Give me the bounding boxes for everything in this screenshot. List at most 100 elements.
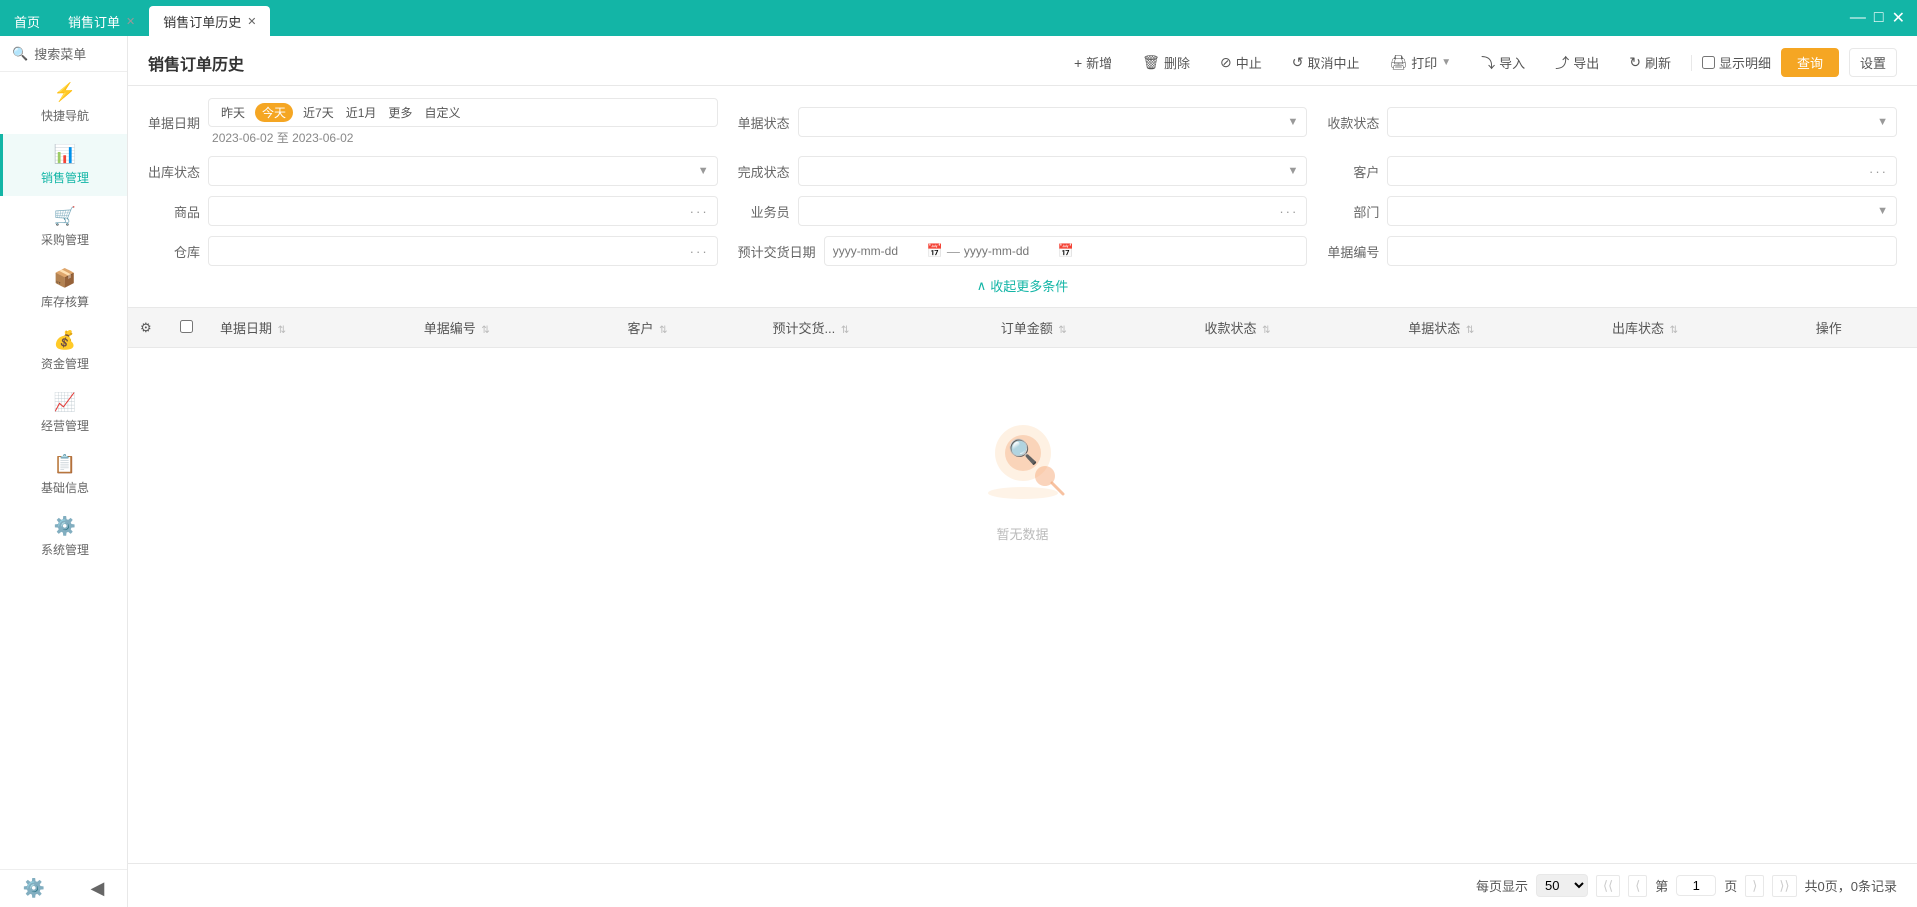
- print-button[interactable]: 🖨 打印 ▼: [1379, 49, 1461, 76]
- filter-warehouse: 仓库 ···: [148, 236, 718, 266]
- sidebar-item-sys-mgmt[interactable]: ⚙️ 系统管理: [0, 506, 127, 568]
- table-settings-icon[interactable]: ⚙: [140, 320, 152, 335]
- filter-doc-number-control[interactable]: [1387, 236, 1897, 266]
- filter-date-label: 单据日期: [148, 113, 208, 132]
- filter-salesperson-control[interactable]: ···: [798, 196, 1308, 226]
- minimize-button[interactable]: —: [1850, 9, 1866, 27]
- th-payment-status[interactable]: 收款状态 ⇅: [1192, 308, 1396, 348]
- customer-dots-icon: ···: [1869, 164, 1888, 179]
- sidebar-item-inventory[interactable]: 📦 库存核算: [0, 258, 127, 320]
- th-date[interactable]: 单据日期 ⇅: [208, 308, 412, 348]
- th-doc-status[interactable]: 单据状态 ⇅: [1396, 308, 1600, 348]
- last-page-button[interactable]: ⟩⟩: [1772, 875, 1796, 897]
- cancel-stop-button[interactable]: ↺ 取消中止: [1282, 49, 1370, 76]
- th-amount[interactable]: 订单金额 ⇅: [989, 308, 1193, 348]
- query-button[interactable]: 查询: [1781, 48, 1839, 77]
- date-yesterday-btn[interactable]: 昨天: [221, 104, 245, 121]
- date-custom-btn[interactable]: 自定义: [424, 104, 460, 121]
- delete-label: 删除: [1164, 53, 1190, 72]
- sidebar-search[interactable]: 🔍 搜索菜单: [0, 36, 127, 72]
- ops-mgmt-icon: 📈: [54, 392, 76, 413]
- filter-department-control[interactable]: ▼: [1387, 196, 1897, 226]
- filter-date-range: 2023-06-02 至 2023-06-02: [208, 129, 718, 146]
- import-button[interactable]: ⤵ 导入: [1471, 49, 1535, 77]
- tab-sales-order-history-close[interactable]: ✕: [247, 15, 256, 28]
- tab-sales-order-close[interactable]: ✕: [126, 15, 135, 28]
- date-7days-btn[interactable]: 近7天: [303, 104, 334, 121]
- sidebar-settings-button[interactable]: ⚙️: [23, 878, 45, 899]
- delivery-date-start-input[interactable]: [833, 244, 923, 258]
- top-tabs: 首页 销售订单 ✕ 销售订单历史 ✕: [0, 0, 270, 36]
- date-1month-btn[interactable]: 近1月: [346, 104, 377, 121]
- new-button[interactable]: + 新增: [1064, 49, 1122, 76]
- prev-page-button[interactable]: ⟨: [1628, 875, 1647, 897]
- refresh-icon: ↻: [1629, 54, 1641, 71]
- first-page-button[interactable]: ⟨⟨: [1596, 875, 1620, 897]
- th-amount-sort-icon: ⇅: [1058, 325, 1066, 336]
- refresh-button[interactable]: ↻ 刷新: [1619, 49, 1681, 76]
- sidebar-item-sales-mgmt[interactable]: 📊 销售管理: [0, 134, 127, 196]
- doc-status-arrow-icon: ▼: [1287, 116, 1298, 128]
- sidebar-collapse-button[interactable]: ◀: [90, 878, 104, 899]
- sidebar-item-ops-mgmt[interactable]: 📈 经营管理: [0, 382, 127, 444]
- th-settings[interactable]: ⚙: [128, 308, 168, 348]
- total-records-text: 共0页，0条记录: [1805, 876, 1897, 895]
- filter-delivery-date: 预计交货日期 📅 — 📅: [738, 236, 1308, 266]
- select-all-checkbox[interactable]: [180, 320, 193, 333]
- collapse-label: 收起更多条件: [990, 276, 1068, 295]
- import-icon: ⤵: [1481, 53, 1495, 73]
- tab-home[interactable]: 首页: [0, 6, 54, 36]
- th-payment-status-sort-icon: ⇅: [1262, 325, 1270, 336]
- filter-payment-status: 收款状态 ▼: [1327, 107, 1897, 137]
- refresh-label: 刷新: [1645, 53, 1671, 72]
- delete-icon: 🗑: [1142, 54, 1160, 71]
- collapse-btn[interactable]: ∧ 收起更多条件: [148, 276, 1897, 295]
- display-cols-checkbox[interactable]: [1702, 56, 1715, 69]
- filter-date: 单据日期 昨天 今天 近7天 近1月 更多 自定义 2023-06-02 至 2…: [148, 98, 718, 146]
- th-number[interactable]: 单据编号 ⇅: [412, 308, 616, 348]
- date-today-badge[interactable]: 今天: [255, 103, 293, 122]
- sidebar: 🔍 搜索菜单 ⚡ 快捷导航 📊 销售管理 🛒 采购管理 📦 库存核算 💰 资金管…: [0, 36, 128, 907]
- tab-sales-order-history[interactable]: 销售订单历史 ✕: [149, 6, 270, 36]
- tab-sales-order-label: 销售订单: [68, 12, 120, 31]
- filter-out-status-control[interactable]: ▼: [208, 156, 718, 186]
- filter-payment-status-control[interactable]: ▼: [1387, 107, 1897, 137]
- th-customer[interactable]: 客户 ⇅: [616, 308, 761, 348]
- calendar-end-icon[interactable]: 📅: [1058, 243, 1074, 259]
- date-more-btn[interactable]: 更多: [388, 104, 412, 121]
- export-button[interactable]: ⤴ 导出: [1545, 49, 1609, 77]
- delete-button[interactable]: 🗑 删除: [1132, 49, 1200, 76]
- th-delivery-date[interactable]: 预计交货... ⇅: [760, 308, 988, 348]
- filter-goods: 商品 ···: [148, 196, 718, 226]
- close-button[interactable]: ✕: [1892, 8, 1905, 28]
- page-number-input[interactable]: [1676, 875, 1716, 896]
- sidebar-item-purchase-mgmt-label: 采购管理: [41, 231, 89, 248]
- sidebar-item-finance[interactable]: 💰 资金管理: [0, 320, 127, 382]
- display-cols-label: 显示明细: [1702, 53, 1771, 72]
- stop-button[interactable]: ⊘ 中止: [1210, 49, 1272, 76]
- next-page-button[interactable]: ⟩: [1745, 875, 1764, 897]
- filter-doc-status-control[interactable]: ▼: [798, 107, 1308, 137]
- delivery-date-end-input[interactable]: [964, 244, 1054, 258]
- page-size-select[interactable]: 10 20 50 100: [1536, 874, 1588, 897]
- sidebar-item-quick-nav[interactable]: ⚡ 快捷导航: [0, 72, 127, 134]
- quick-nav-icon: ⚡: [54, 82, 76, 103]
- tab-sales-order[interactable]: 销售订单 ✕: [54, 6, 149, 36]
- maximize-button[interactable]: □: [1874, 9, 1884, 27]
- sidebar-item-base-info[interactable]: 📋 基础信息: [0, 444, 127, 506]
- page-label: 页: [1724, 876, 1737, 895]
- calendar-start-icon[interactable]: 📅: [927, 243, 943, 259]
- filter-goods-control[interactable]: ···: [208, 196, 718, 226]
- sidebar-item-purchase-mgmt[interactable]: 🛒 采购管理: [0, 196, 127, 258]
- filter-doc-number-label: 单据编号: [1327, 242, 1387, 261]
- filter-customer-control[interactable]: ···: [1387, 156, 1897, 186]
- complete-status-arrow-icon: ▼: [1287, 165, 1298, 177]
- th-amount-label: 订单金额: [1001, 321, 1053, 336]
- filter-date-control[interactable]: 昨天 今天 近7天 近1月 更多 自定义: [208, 98, 718, 127]
- filter-complete-status-control[interactable]: ▼: [798, 156, 1308, 186]
- settings-button[interactable]: 设置: [1849, 48, 1897, 77]
- th-out-status[interactable]: 出库状态 ⇅: [1600, 308, 1804, 348]
- filter-warehouse-control[interactable]: ···: [208, 236, 718, 266]
- filter-delivery-date-control[interactable]: 📅 — 📅: [824, 236, 1308, 266]
- th-checkbox[interactable]: [168, 308, 208, 348]
